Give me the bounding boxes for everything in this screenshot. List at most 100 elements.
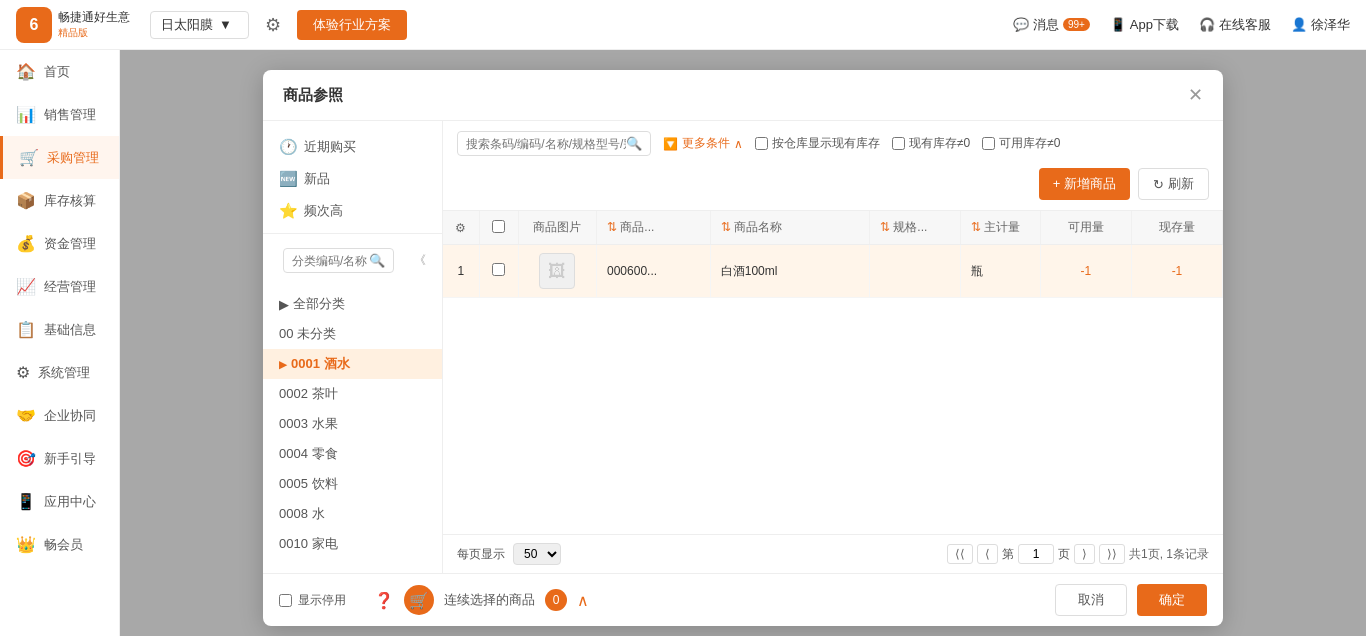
col-header-unit: ⇅ 主计量 (960, 211, 1040, 245)
sidebar-item-purchase[interactable]: 🛒 采购管理 (0, 136, 119, 179)
modal-title: 商品参照 (283, 86, 343, 105)
row-checkbox[interactable] (492, 263, 505, 276)
member-icon: 👑 (16, 535, 36, 554)
row-img: 🖼 (518, 245, 596, 298)
next-page-btn[interactable]: ⟩ (1074, 544, 1095, 564)
category-search-input[interactable] (292, 254, 369, 268)
category-liquor[interactable]: ▶ 0001 酒水 (263, 349, 442, 379)
recent-purchase-nav[interactable]: 🕐 近期购买 (263, 131, 442, 163)
current-stock-checkbox[interactable] (892, 137, 905, 150)
search-icon: 🔍 (626, 136, 642, 151)
app-download-btn[interactable]: 📱 App下载 (1110, 16, 1179, 34)
message-btn[interactable]: 💬 消息 99+ (1013, 16, 1090, 34)
sidebar-item-management[interactable]: 📈 经营管理 (0, 265, 119, 308)
modal-footer: 显示停用 ❓ 🛒 连续选择的商品 0 ∧ 取消 确定 (263, 573, 1223, 626)
search-icon: 🔍 (369, 253, 385, 268)
system-icon: ⚙ (16, 363, 30, 382)
warehouse-checkbox-label[interactable]: 按仓库显示现有库存 (755, 135, 880, 152)
gear-icon[interactable]: ⚙ (265, 14, 281, 36)
category-fruit[interactable]: 0003 水果 (263, 409, 442, 439)
category-all[interactable]: ▶ 全部分类 (263, 289, 442, 319)
modal-header: 商品参照 ✕ (263, 70, 1223, 121)
table-row[interactable]: 1 🖼 (443, 245, 1223, 298)
sidebar-item-home[interactable]: 🏠 首页 (0, 50, 119, 93)
online-service-btn[interactable]: 🎧 在线客服 (1199, 16, 1271, 34)
modal-body: 🕐 近期购买 🆕 新品 ⭐ 频次高 � (263, 121, 1223, 573)
category-snack[interactable]: 0004 零食 (263, 439, 442, 469)
row-code: 000600... (597, 245, 711, 298)
prev-page-btn[interactable]: ⟨ (977, 544, 998, 564)
category-water[interactable]: 0008 水 (263, 499, 442, 529)
first-page-btn[interactable]: ⟨⟨ (947, 544, 973, 564)
arrow-down-icon: ▶ (279, 359, 287, 370)
inventory-icon: 📦 (16, 191, 36, 210)
product-search-input[interactable] (466, 137, 626, 151)
settings-icon[interactable]: ⚙ (455, 221, 466, 235)
sidebar-item-enterprise[interactable]: 🤝 企业协同 (0, 394, 119, 437)
nav-selector[interactable]: 日太阳膜 ▼ (150, 11, 249, 39)
recent-icon: 🕐 (279, 138, 298, 156)
sidebar-item-finance[interactable]: 💰 资金管理 (0, 222, 119, 265)
product-table: ⚙ 商品图片 ⇅ (443, 211, 1223, 298)
apps-icon: 📱 (16, 492, 36, 511)
select-all-checkbox[interactable] (492, 220, 505, 233)
col-header-spec: ⇅ 规格... (869, 211, 960, 245)
toolbar-actions: + 新增商品 ↻ 刷新 (1039, 168, 1209, 200)
row-check[interactable] (479, 245, 518, 298)
category-tea[interactable]: 0002 茶叶 (263, 379, 442, 409)
management-icon: 📈 (16, 277, 36, 296)
category-search-box: 🔍 (283, 248, 394, 273)
product-image-placeholder: 🖼 (539, 253, 575, 289)
current-stock-checkbox-label[interactable]: 现有库存≠0 (892, 135, 970, 152)
refresh-btn[interactable]: ↻ 刷新 (1138, 168, 1209, 200)
warehouse-checkbox[interactable] (755, 137, 768, 150)
sidebar-item-sales[interactable]: 📊 销售管理 (0, 93, 119, 136)
sidebar-item-apps[interactable]: 📱 应用中心 (0, 480, 119, 523)
sidebar-item-inventory[interactable]: 📦 库存核算 (0, 179, 119, 222)
filter-btn[interactable]: 🔽 更多条件 ∧ (663, 135, 743, 152)
frequent-nav[interactable]: ⭐ 频次高 (263, 195, 442, 227)
confirm-btn[interactable]: 确定 (1137, 584, 1207, 616)
category-beverage[interactable]: 0005 饮料 (263, 469, 442, 499)
cancel-btn[interactable]: 取消 (1055, 584, 1127, 616)
avail-stock-checkbox[interactable] (982, 137, 995, 150)
table-header-row: ⚙ 商品图片 ⇅ (443, 211, 1223, 245)
footer-actions: 取消 确定 (1055, 584, 1207, 616)
logo-text: 畅捷通好生意 精品版 (58, 10, 130, 39)
footer-middle: ❓ 🛒 连续选择的商品 0 ∧ (374, 585, 589, 615)
collapse-footer-btn[interactable]: ∧ (577, 591, 589, 610)
category-appliance[interactable]: 0010 家电 (263, 529, 442, 559)
home-icon: 🏠 (16, 62, 36, 81)
cart-btn[interactable]: 🛒 (404, 585, 434, 615)
sidebar-item-basic-info[interactable]: 📋 基础信息 (0, 308, 119, 351)
sidebar-item-guide[interactable]: 🎯 新手引导 (0, 437, 119, 480)
basic-info-icon: 📋 (16, 320, 36, 339)
modal-left-panel: 🕐 近期购买 🆕 新品 ⭐ 频次高 � (263, 121, 443, 573)
add-product-btn[interactable]: + 新增商品 (1039, 168, 1130, 200)
page-nav: ⟨⟨ ⟨ 第 页 ⟩ ⟩⟩ 共1页, 1条记录 (947, 544, 1209, 564)
last-page-btn[interactable]: ⟩⟩ (1099, 544, 1125, 564)
image-icon: 🖼 (548, 261, 566, 282)
cart-count: 0 (545, 589, 567, 611)
collapse-icon[interactable]: 《 (406, 252, 434, 269)
page-number-input[interactable] (1018, 544, 1054, 564)
avail-stock-checkbox-label[interactable]: 可用库存≠0 (982, 135, 1060, 152)
col-header-check (479, 211, 518, 245)
category-unclassified[interactable]: 00 未分类 (263, 319, 442, 349)
new-product-nav[interactable]: 🆕 新品 (263, 163, 442, 195)
guide-icon: 🎯 (16, 449, 36, 468)
divider (263, 233, 442, 234)
modal-close-btn[interactable]: ✕ (1188, 84, 1203, 106)
help-icon[interactable]: ❓ (374, 591, 394, 610)
per-page-select[interactable]: 50 (513, 543, 561, 565)
experience-btn[interactable]: 体验行业方案 (297, 10, 407, 40)
show-disabled-checkbox[interactable] (279, 594, 292, 607)
logo-icon: 6 (16, 7, 52, 43)
col-header-name: ⇅ 商品名称 (710, 211, 869, 245)
sidebar-item-member[interactable]: 👑 畅会员 (0, 523, 119, 566)
show-disabled-label[interactable]: 显示停用 (279, 592, 346, 609)
sidebar: 🏠 首页 📊 销售管理 🛒 采购管理 📦 库存核算 💰 资金管理 📈 经营管理 … (0, 50, 120, 636)
user-name[interactable]: 👤 徐泽华 (1291, 16, 1350, 34)
sidebar-item-system[interactable]: ⚙ 系统管理 (0, 351, 119, 394)
row-num: 1 (443, 245, 479, 298)
